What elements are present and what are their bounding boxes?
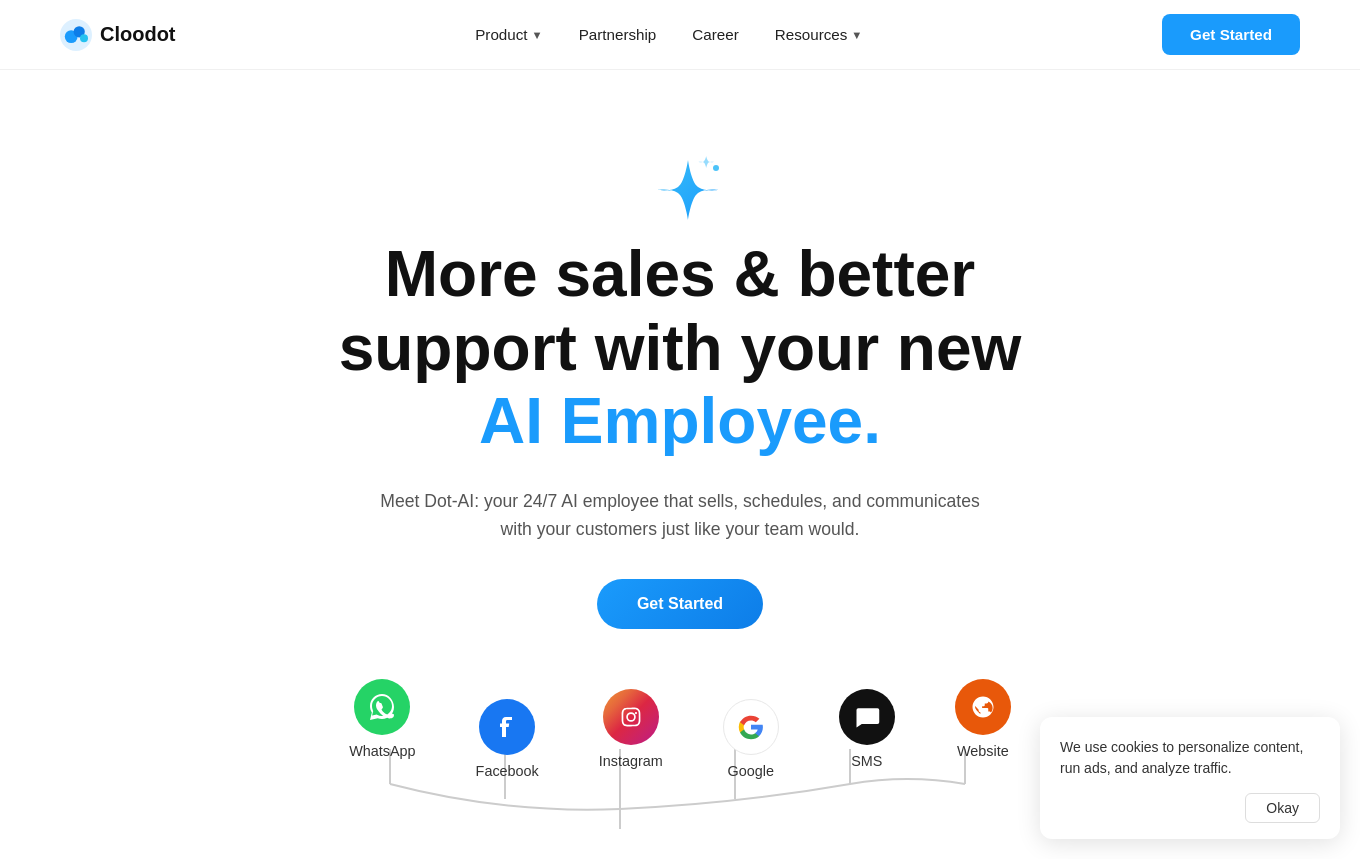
nav-career[interactable]: Career [692, 26, 738, 43]
nav-resources[interactable]: Resources ▼ [775, 26, 863, 43]
cookie-okay-button[interactable]: Okay [1245, 793, 1320, 823]
whatsapp-icon [354, 679, 410, 735]
product-chevron-icon: ▼ [532, 29, 543, 41]
instagram-icon [603, 689, 659, 745]
website-label: Website [957, 743, 1009, 759]
sparkle-icon [648, 150, 712, 214]
svg-point-4 [713, 165, 719, 171]
hero-title-line2: support with your new [339, 312, 1022, 384]
svg-point-3 [80, 34, 88, 42]
logo[interactable]: Cloodot [60, 19, 176, 51]
nav-resources-label: Resources [775, 26, 848, 43]
channel-facebook: Facebook [446, 699, 569, 779]
navbar: Cloodot Product ▼ Partnership Career Res… [0, 0, 1360, 70]
hero-title-line3: AI Employee. [479, 385, 881, 457]
hero-subtitle: Meet Dot-AI: your 24/7 AI employee that … [370, 487, 990, 543]
nav-partnership-label: Partnership [579, 26, 657, 43]
channel-website: Website [925, 679, 1041, 759]
cookie-text: We use cookies to personalize content, r… [1060, 737, 1320, 779]
sms-icon [839, 689, 895, 745]
sms-label: SMS [851, 753, 882, 769]
logo-icon [60, 19, 92, 51]
whatsapp-label: WhatsApp [349, 743, 415, 759]
brand-name: Cloodot [100, 23, 176, 46]
channel-whatsapp: WhatsApp [319, 679, 445, 759]
nav-get-started-button[interactable]: Get Started [1162, 14, 1300, 55]
google-icon [723, 699, 779, 755]
instagram-label: Instagram [599, 753, 663, 769]
facebook-label: Facebook [476, 763, 539, 779]
nav-partnership[interactable]: Partnership [579, 26, 657, 43]
nav-product-label: Product [475, 26, 527, 43]
channel-instagram: Instagram [569, 689, 693, 769]
channel-sms: SMS [809, 689, 925, 769]
channel-google: Google [693, 699, 809, 779]
hero-title: More sales & better support with your ne… [339, 238, 1022, 459]
nav-career-label: Career [692, 26, 738, 43]
cookie-banner: We use cookies to personalize content, r… [1040, 717, 1340, 839]
nav-links: Product ▼ Partnership Career Resources ▼ [475, 26, 862, 43]
hero-get-started-button[interactable]: Get Started [597, 579, 763, 629]
hero-title-line1: More sales & better [385, 238, 975, 310]
google-label: Google [728, 763, 774, 779]
website-icon [955, 679, 1011, 735]
nav-product[interactable]: Product ▼ [475, 26, 542, 43]
facebook-icon [479, 699, 535, 755]
resources-chevron-icon: ▼ [851, 29, 862, 41]
